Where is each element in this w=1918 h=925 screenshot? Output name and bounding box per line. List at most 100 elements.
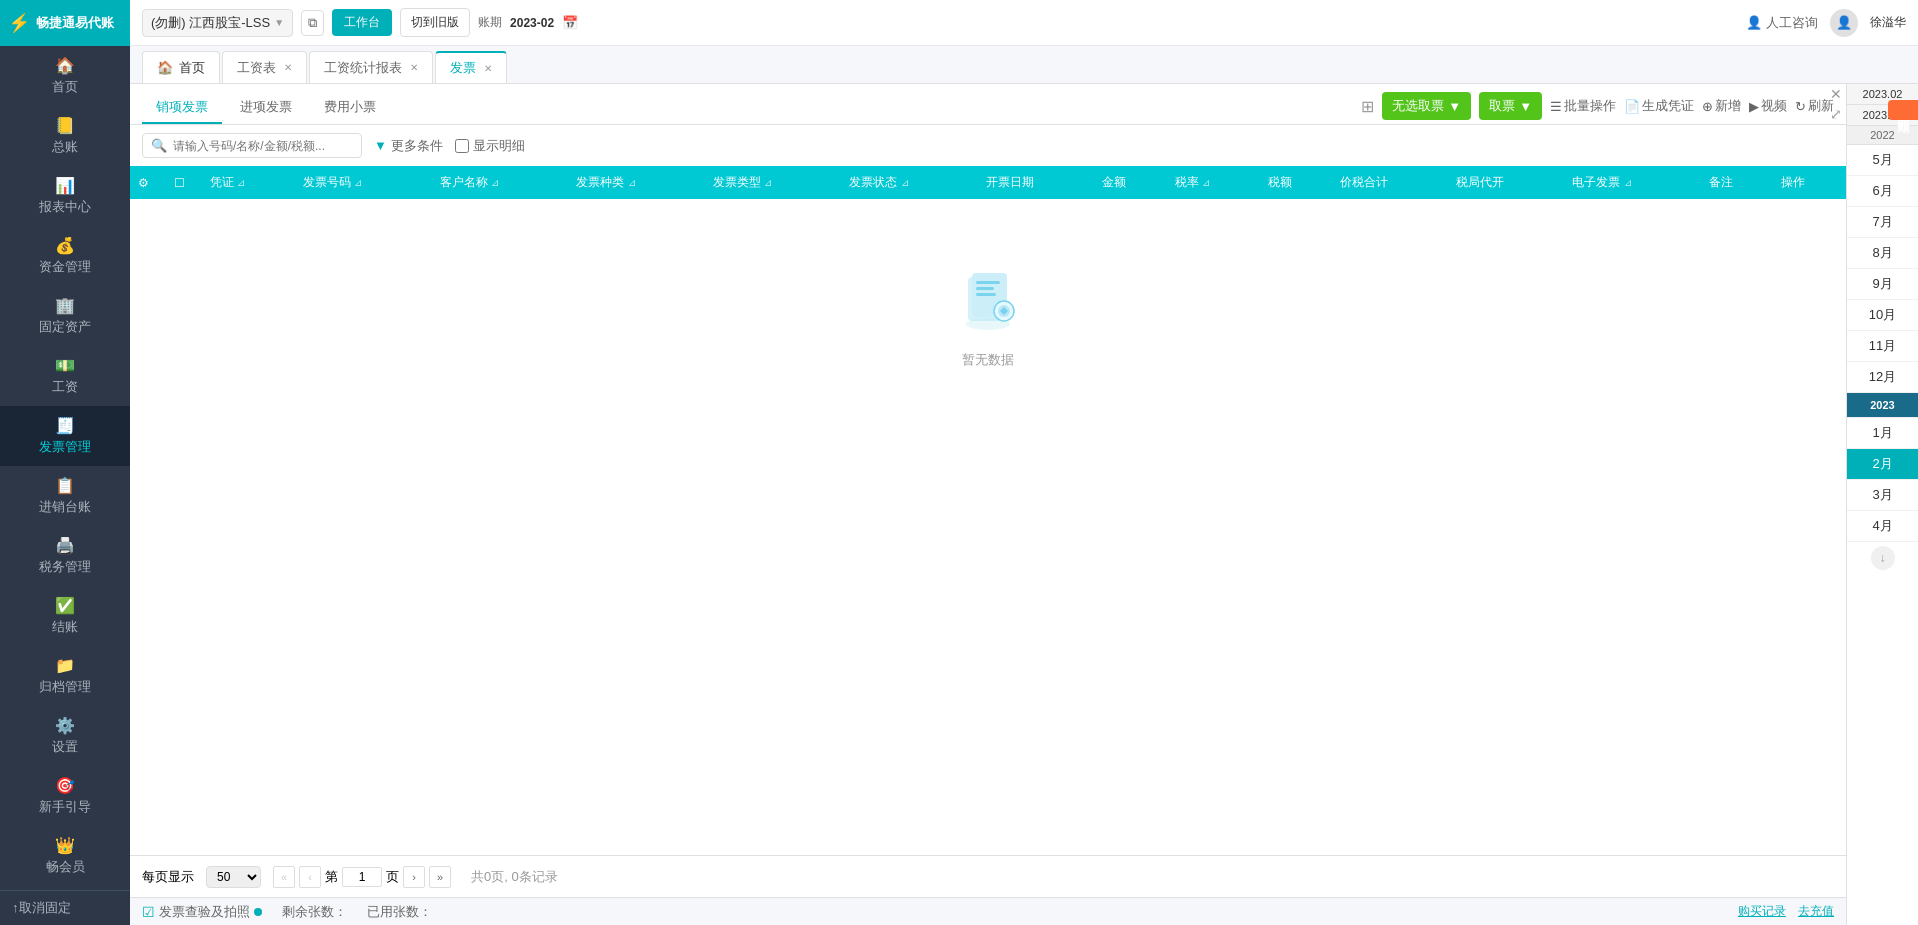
expand-panel-button[interactable]: ⤢ [1826, 104, 1846, 124]
month-nov[interactable]: 11月 [1847, 331, 1918, 362]
subtab-sales[interactable]: 销项发票 [142, 92, 222, 124]
month-may[interactable]: 5月 [1847, 145, 1918, 176]
th-total: 价税合计 [1332, 166, 1448, 199]
empty-state: 暂无数据 [130, 199, 1846, 429]
subtab-expense[interactable]: 费用小票 [310, 92, 390, 124]
tax-button[interactable]: 取票 ▼ [1479, 92, 1542, 120]
open-period-button[interactable]: 开账日期 [1888, 100, 1918, 120]
generate-cert-link[interactable]: 📄 生成凭证 [1624, 97, 1694, 115]
purchase-history-link[interactable]: 购买记录 [1738, 903, 1786, 920]
sidebar-item-label: 设置 [52, 738, 78, 756]
sidebar-item-reports[interactable]: 📊 报表中心 [0, 166, 130, 226]
total-pages: 共0页, 0条记录 [471, 868, 558, 886]
support-label: 人工咨询 [1766, 14, 1818, 32]
check-icon: ☑ [142, 904, 155, 920]
search-box[interactable]: 🔍 [142, 133, 362, 158]
month-dec[interactable]: 12月 [1847, 362, 1918, 393]
copy-button[interactable]: ⧉ [301, 10, 324, 36]
company-selector[interactable]: (勿删) 江西股宝-LSS ▼ [142, 9, 293, 37]
recharge-link[interactable]: 去充值 [1798, 903, 1834, 920]
unpin-button[interactable]: ↑取消固定 [0, 891, 130, 925]
no-tax-label: 无选取票 [1392, 97, 1444, 115]
subtab-purchase-label: 进项发票 [240, 99, 292, 114]
no-tax-button[interactable]: 无选取票 ▼ [1382, 92, 1471, 120]
per-page-select[interactable]: 50 20 100 [206, 866, 261, 888]
sidebar-item-invoice[interactable]: 🧾 发票管理 [0, 406, 130, 466]
tab-label: 工资统计报表 [324, 59, 402, 77]
sidebar-item-fixed-assets[interactable]: 🏢 固定资产 [0, 286, 130, 346]
support-link[interactable]: 👤 人工咨询 [1746, 14, 1818, 32]
sidebar-item-member[interactable]: 👑 畅会员 [0, 826, 130, 886]
month-mar-2023[interactable]: 3月 [1847, 480, 1918, 511]
page-label-text: 第 [325, 868, 338, 886]
batch-op-link[interactable]: ☰ 批量操作 [1550, 97, 1616, 115]
video-label: 视频 [1761, 97, 1787, 115]
sidebar-item-payroll[interactable]: 💵 工资 [0, 346, 130, 406]
subtab-purchase[interactable]: 进项发票 [226, 92, 306, 124]
scroll-down-button[interactable]: ↓ [1871, 546, 1895, 570]
search-input[interactable] [173, 139, 353, 153]
tab-label: 工资表 [237, 59, 276, 77]
sidebar-item-label: 进销台账 [39, 498, 91, 516]
page-nav: « ‹ 第 页 › » [273, 866, 451, 888]
page-suffix: 页 [386, 868, 399, 886]
user-avatar[interactable]: 👤 [1830, 9, 1858, 37]
month-jan-2023[interactable]: 1月 [1847, 418, 1918, 449]
tab-close-payroll[interactable]: ✕ [284, 62, 292, 73]
show-detail-checkbox[interactable]: 显示明细 [455, 137, 525, 155]
tab-close-invoice[interactable]: ✕ [484, 63, 492, 74]
support-icon: 👤 [1746, 15, 1762, 30]
month-feb-2023[interactable]: 2月 [1847, 449, 1918, 480]
th-tax-amount: 税额 [1260, 166, 1333, 199]
first-page-button[interactable]: « [273, 866, 295, 888]
sidebar-item-label: 首页 [52, 78, 78, 96]
tab-payroll-stats[interactable]: 工资统计报表 ✕ [309, 51, 433, 83]
period-calendar-icon[interactable]: 📅 [562, 15, 578, 30]
scroll-down-icon: ↓ [1880, 551, 1886, 565]
th-e-invoice: 电子发票 ⊿ [1564, 166, 1701, 199]
next-page-button[interactable]: › [403, 866, 425, 888]
sidebar-item-guide[interactable]: 🎯 新手引导 [0, 766, 130, 826]
tab-payroll[interactable]: 工资表 ✕ [222, 51, 307, 83]
home-icon: 🏠 [55, 56, 75, 75]
month-apr-2023[interactable]: 4月 [1847, 511, 1918, 542]
month-jul[interactable]: 7月 [1847, 207, 1918, 238]
month-label: 5月 [1872, 152, 1892, 167]
sidebar-item-archive[interactable]: 📁 归档管理 [0, 646, 130, 706]
detail-checkbox[interactable] [455, 139, 469, 153]
sidebar-item-close-books[interactable]: ✅ 结账 [0, 586, 130, 646]
filter-icon: ▼ [374, 138, 387, 153]
video-link[interactable]: ▶ 视频 [1749, 97, 1787, 115]
th-checkbox[interactable]: ☐ [166, 166, 202, 199]
th-settings[interactable]: ⚙ [130, 166, 166, 199]
old-version-button[interactable]: 切到旧版 [400, 8, 470, 37]
logo-icon: ⚡ [8, 12, 30, 34]
sidebar-item-funds[interactable]: 💰 资金管理 [0, 226, 130, 286]
prev-page-button[interactable]: ‹ [299, 866, 321, 888]
sidebar-item-tax[interactable]: 🖨️ 税务管理 [0, 526, 130, 586]
more-filter-button[interactable]: ▼ 更多条件 [374, 137, 443, 155]
sidebar-item-sales-ledger[interactable]: 📋 进销台账 [0, 466, 130, 526]
month-jun[interactable]: 6月 [1847, 176, 1918, 207]
month-aug[interactable]: 8月 [1847, 238, 1918, 269]
new-link[interactable]: ⊕ 新增 [1702, 97, 1741, 115]
month-oct[interactable]: 10月 [1847, 300, 1918, 331]
tab-close-payroll-stats[interactable]: ✕ [410, 62, 418, 73]
workspace-button[interactable]: 工作台 [332, 9, 392, 36]
refresh-icon: ↻ [1795, 99, 1806, 114]
sidebar-item-ledger[interactable]: 📒 总账 [0, 106, 130, 166]
sidebar-item-home[interactable]: 🏠 首页 [0, 46, 130, 106]
last-page-button[interactable]: » [429, 866, 451, 888]
tab-invoice[interactable]: 发票 ✕ [435, 51, 507, 83]
month-sep[interactable]: 9月 [1847, 269, 1918, 300]
sidebar-item-label: 总账 [52, 138, 78, 156]
close-panel-button[interactable]: ✕ [1826, 84, 1846, 104]
month-label: 6月 [1872, 183, 1892, 198]
current-page-input[interactable] [342, 867, 382, 887]
footer-links: 购买记录 去充值 [1738, 903, 1834, 920]
batch-icon: ☰ [1550, 99, 1562, 114]
sidebar-item-settings[interactable]: ⚙️ 设置 [0, 706, 130, 766]
user-name[interactable]: 徐溢华 [1870, 14, 1906, 31]
grid-view-icon[interactable]: ⊞ [1361, 97, 1374, 116]
tab-home[interactable]: 🏠 首页 [142, 51, 220, 83]
